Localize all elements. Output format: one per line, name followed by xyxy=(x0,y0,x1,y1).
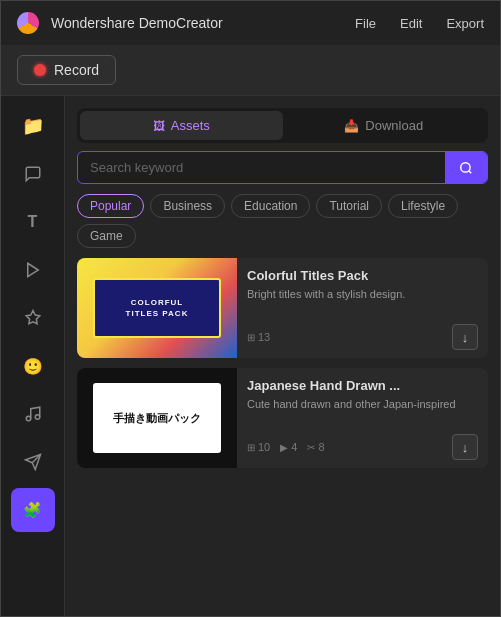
edit-icon-2: ✂ xyxy=(307,442,315,453)
thumb-colorful-text: COLORFULTITLES PACK xyxy=(126,297,189,319)
record-button[interactable]: Record xyxy=(17,55,116,85)
svg-point-2 xyxy=(35,415,40,420)
sidebar-item-folder[interactable]: 📁 xyxy=(11,104,55,148)
meta-templates-1: ⊞ 13 xyxy=(247,331,270,343)
sidebar-item-text[interactable]: T xyxy=(11,200,55,244)
filter-lifestyle[interactable]: Lifestyle xyxy=(388,194,458,218)
menu-file[interactable]: File xyxy=(355,16,376,31)
sidebar-item-export[interactable] xyxy=(11,440,55,484)
search-bar xyxy=(77,151,488,184)
card-meta-1: ⊞ 13 xyxy=(247,331,270,343)
video-icon-2: ▶ xyxy=(280,442,288,453)
filter-business[interactable]: Business xyxy=(150,194,225,218)
card-desc-1: Bright titles with a stylish design. xyxy=(247,287,478,302)
template-icon-2: ⊞ xyxy=(247,442,255,453)
tab-assets[interactable]: 🖼 Assets xyxy=(80,111,283,140)
content-panel: 🖼 Assets 📥 Download Popular Business Edu… xyxy=(65,96,500,617)
download-button-1[interactable]: ↓ xyxy=(452,324,478,350)
search-button[interactable] xyxy=(445,152,487,183)
menu-edit[interactable]: Edit xyxy=(400,16,422,31)
filter-education[interactable]: Education xyxy=(231,194,310,218)
card-footer-1: ⊞ 13 ↓ xyxy=(247,324,478,350)
sidebar-item-audio[interactable] xyxy=(11,392,55,436)
thumb-japanese: 手描き動画パック xyxy=(77,368,237,468)
sidebar-item-emoji[interactable]: 🙂 xyxy=(11,344,55,388)
card-meta-2: ⊞ 10 ▶ 4 ✂ 8 xyxy=(247,441,325,453)
menu-bar: File Edit Export xyxy=(355,16,484,31)
app-logo xyxy=(17,12,39,34)
toolbar: Record xyxy=(1,45,500,96)
card-japanese-hand-drawn: 手描き動画パック Japanese Hand Drawn ... Cute ha… xyxy=(77,368,488,468)
card-footer-2: ⊞ 10 ▶ 4 ✂ 8 ↓ xyxy=(247,434,478,460)
menu-export[interactable]: Export xyxy=(446,16,484,31)
app-title: Wondershare DemoCreator xyxy=(51,15,343,31)
record-label: Record xyxy=(54,62,99,78)
card-info-1: Colorful Titles Pack Bright titles with … xyxy=(237,258,488,358)
tab-bar: 🖼 Assets 📥 Download xyxy=(77,108,488,143)
download-button-2[interactable]: ↓ xyxy=(452,434,478,460)
tab-download-label: Download xyxy=(365,118,423,133)
meta-count-edit-2: 8 xyxy=(318,441,324,453)
sidebar: 📁 T 🙂 xyxy=(1,96,65,617)
sidebar-item-assets[interactable]: 🧩 xyxy=(11,488,55,532)
card-info-2: Japanese Hand Drawn ... Cute hand drawn … xyxy=(237,368,488,468)
meta-count-video-2: 4 xyxy=(291,441,297,453)
thumb-colorful: COLORFULTITLES PACK xyxy=(77,258,237,358)
svg-point-3 xyxy=(461,162,470,171)
sidebar-item-chat[interactable] xyxy=(11,152,55,196)
assets-tab-icon: 🖼 xyxy=(153,119,165,133)
filter-game[interactable]: Game xyxy=(77,224,136,248)
filter-tags: Popular Business Education Tutorial Life… xyxy=(77,194,488,248)
sidebar-item-media[interactable] xyxy=(11,248,55,292)
titlebar: Wondershare DemoCreator File Edit Export xyxy=(1,1,500,45)
tab-download[interactable]: 📥 Download xyxy=(283,111,486,140)
thumb-colorful-inner: COLORFULTITLES PACK xyxy=(93,278,221,338)
sidebar-item-effects[interactable] xyxy=(11,296,55,340)
card-title-2: Japanese Hand Drawn ... xyxy=(247,378,478,393)
cards-list: COLORFULTITLES PACK Colorful Titles Pack… xyxy=(65,258,500,617)
meta-templates-2: ⊞ 10 xyxy=(247,441,270,453)
meta-video-2: ▶ 4 xyxy=(280,441,297,453)
tab-assets-label: Assets xyxy=(171,118,210,133)
download-tab-icon: 📥 xyxy=(344,119,359,133)
record-dot-icon xyxy=(34,64,46,76)
card-thumbnail-1: COLORFULTITLES PACK xyxy=(77,258,237,358)
svg-point-1 xyxy=(26,416,31,421)
meta-edit-2: ✂ 8 xyxy=(307,441,324,453)
meta-count-1: 13 xyxy=(258,331,270,343)
main-layout: 📁 T 🙂 xyxy=(1,96,500,617)
template-icon-1: ⊞ xyxy=(247,332,255,343)
svg-marker-0 xyxy=(27,263,38,277)
meta-count-templates-2: 10 xyxy=(258,441,270,453)
card-colorful-titles: COLORFULTITLES PACK Colorful Titles Pack… xyxy=(77,258,488,358)
card-title-1: Colorful Titles Pack xyxy=(247,268,478,283)
search-input[interactable] xyxy=(78,152,445,183)
filter-popular[interactable]: Popular xyxy=(77,194,144,218)
thumb-japanese-text: 手描き動画パック xyxy=(113,411,201,426)
filter-tutorial[interactable]: Tutorial xyxy=(316,194,382,218)
card-thumbnail-2: 手描き動画パック xyxy=(77,368,237,468)
card-desc-2: Cute hand drawn and other Japan-inspired xyxy=(247,397,478,412)
thumb-japanese-inner: 手描き動画パック xyxy=(93,383,221,453)
